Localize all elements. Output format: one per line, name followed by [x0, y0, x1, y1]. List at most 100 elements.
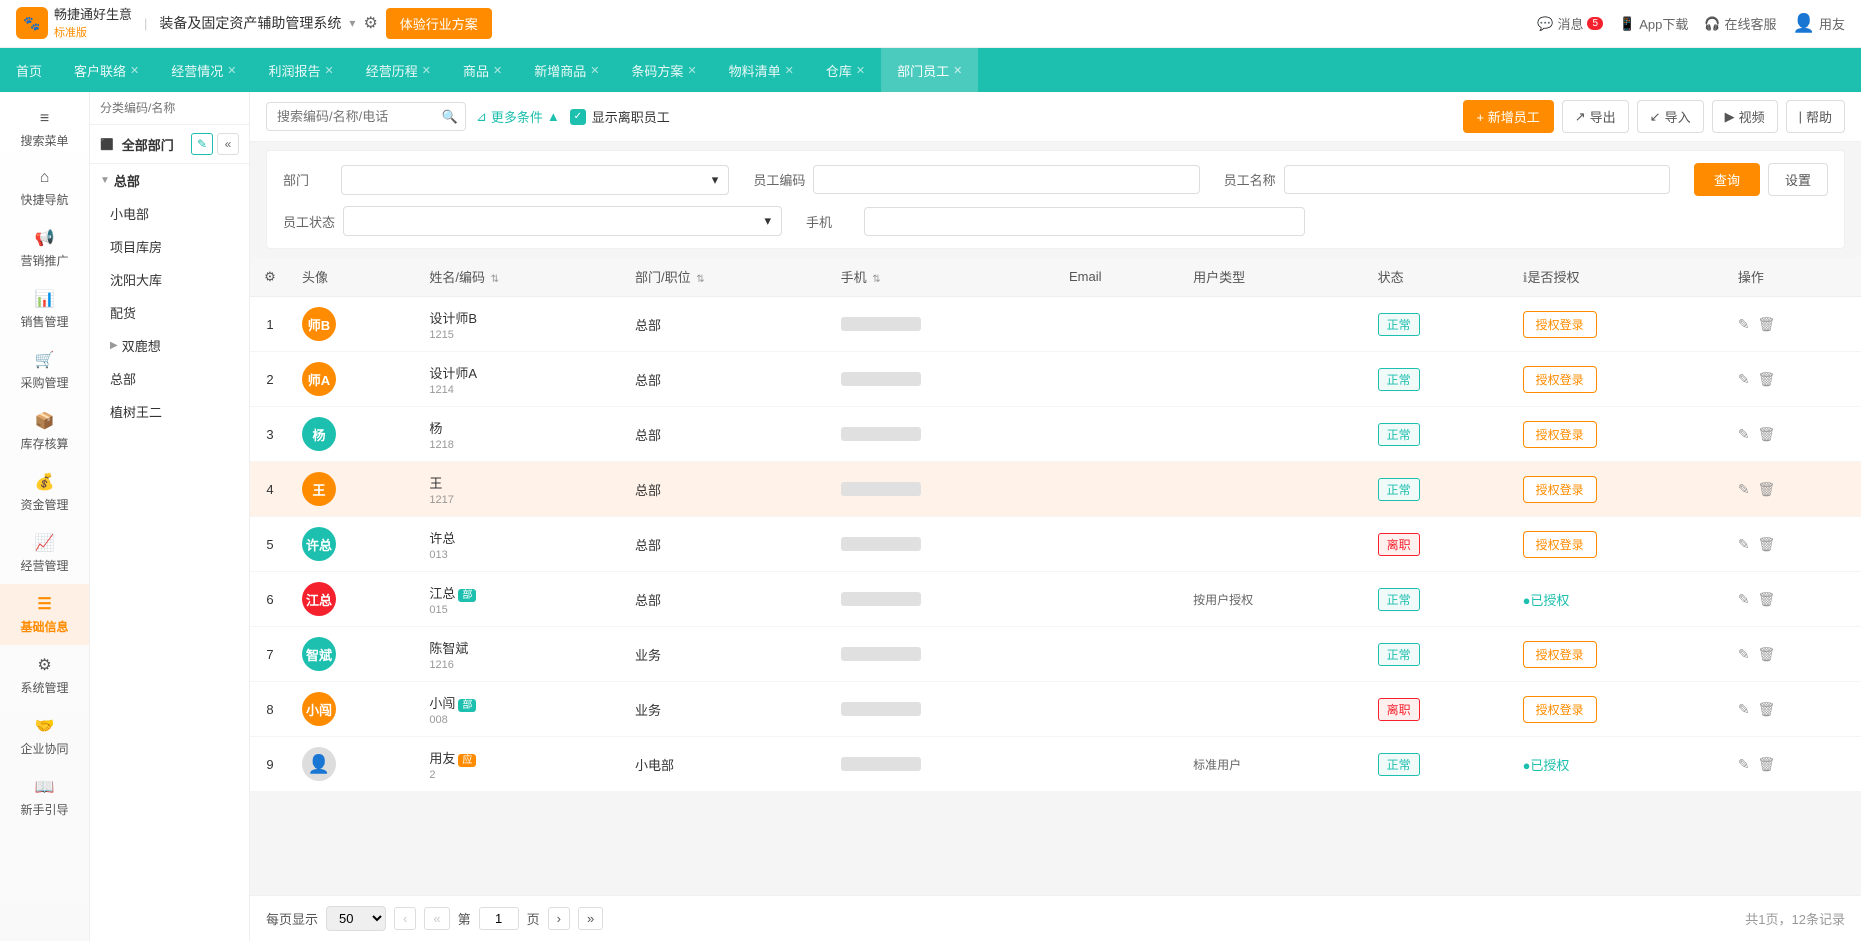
nav-tab-customer[interactable]: 客户联络 ✕	[58, 48, 155, 92]
show-resigned-checkbox[interactable]: ✓	[570, 109, 586, 125]
nav-tab-operations[interactable]: 经营情况 ✕	[155, 48, 252, 92]
sort-name-icon[interactable]: ⇅	[491, 274, 499, 285]
delete-icon[interactable]: 🗑	[1758, 371, 1776, 388]
nav-item-marketing[interactable]: 📢 营销推广	[0, 218, 89, 279]
view-btn[interactable]: ▶ 视频	[1712, 100, 1778, 133]
nav-tab-barcode-close[interactable]: ✕	[687, 64, 696, 77]
dept-collapse-btn[interactable]: «	[217, 133, 239, 155]
edit-icon[interactable]: ✎	[1738, 316, 1750, 333]
nav-tab-customer-close[interactable]: ✕	[130, 64, 139, 77]
auth-login-btn[interactable]: 授权登录	[1523, 421, 1597, 448]
nav-tab-home[interactable]: 首页	[0, 48, 58, 92]
filter-more-btn[interactable]: ⊿ 更多条件 ▲	[476, 107, 560, 126]
auth-login-btn[interactable]: 授权登录	[1523, 696, 1597, 723]
nav-item-collab[interactable]: 🤝 企业协同	[0, 706, 89, 767]
last-page-btn[interactable]: »	[578, 907, 603, 930]
import-btn[interactable]: ↙ 导入	[1637, 100, 1704, 133]
filter-status-select[interactable]: ▾	[343, 206, 782, 236]
nav-tab-addgoods-close[interactable]: ✕	[590, 64, 599, 77]
nav-tab-bom-close[interactable]: ✕	[785, 64, 794, 77]
tree-item-zhishu[interactable]: 植树王二	[90, 395, 249, 428]
edit-icon[interactable]: ✎	[1738, 371, 1750, 388]
edit-icon[interactable]: ✎	[1738, 426, 1750, 443]
nav-tab-employee[interactable]: 部门员工 ✕	[881, 48, 978, 92]
delete-icon[interactable]: 🗑	[1758, 646, 1776, 663]
delete-icon[interactable]: 🗑	[1758, 536, 1776, 553]
auth-login-btn[interactable]: 授权登录	[1523, 366, 1597, 393]
nav-item-finance[interactable]: 💰 资金管理	[0, 462, 89, 523]
help-btn[interactable]: | 帮助	[1786, 100, 1845, 133]
message-btn[interactable]: 💬 消息 5	[1537, 14, 1603, 33]
nav-tab-operations-close[interactable]: ✕	[227, 64, 236, 77]
sort-phone-icon[interactable]: ⇅	[872, 274, 880, 285]
nav-item-system[interactable]: ⚙ 系统管理	[0, 645, 89, 706]
nav-tab-profit-close[interactable]: ✕	[325, 64, 334, 77]
next-page-btn[interactable]: ›	[548, 907, 570, 930]
delete-icon[interactable]: 🗑	[1758, 316, 1776, 333]
settings-icon[interactable]: ⚙	[363, 13, 377, 33]
delete-icon[interactable]: 🗑	[1758, 701, 1776, 718]
nav-tab-barcode[interactable]: 条码方案 ✕	[615, 48, 712, 92]
nav-item-sales[interactable]: 📊 销售管理	[0, 279, 89, 340]
online-service-btn[interactable]: 🎧 在线客服	[1704, 14, 1776, 33]
first-page-btn[interactable]: «	[424, 907, 449, 930]
dept-edit-btn[interactable]: ✎	[191, 133, 213, 155]
nav-tab-employee-close[interactable]: ✕	[953, 64, 962, 77]
filter-phone-input[interactable]	[864, 207, 1305, 236]
nav-item-business[interactable]: 📈 经营管理	[0, 523, 89, 584]
nav-tab-goods-close[interactable]: ✕	[493, 64, 502, 77]
query-btn[interactable]: 查询	[1694, 163, 1760, 196]
dept-search-input[interactable]	[100, 101, 250, 115]
delete-icon[interactable]: 🗑	[1758, 591, 1776, 608]
edit-icon[interactable]: ✎	[1738, 536, 1750, 553]
filter-dept-select[interactable]: ▾	[341, 165, 729, 195]
delete-icon[interactable]: 🗑	[1758, 426, 1776, 443]
nav-item-basic[interactable]: ☰ 基础信息	[0, 584, 89, 645]
tree-item-xiangmu[interactable]: 项目库房	[90, 230, 249, 263]
filter-name-input[interactable]	[1284, 165, 1670, 194]
tree-item-shuanglu[interactable]: ▶ 双鹿想	[90, 329, 249, 362]
nav-tab-history[interactable]: 经营历程 ✕	[350, 48, 447, 92]
system-title-arrow[interactable]: ▾	[349, 16, 355, 30]
nav-tab-warehouse-close[interactable]: ✕	[856, 64, 865, 77]
auth-login-btn[interactable]: 授权登录	[1523, 531, 1597, 558]
tree-item-xiaodian[interactable]: 小电部	[90, 197, 249, 230]
nav-tab-bom[interactable]: 物料清单 ✕	[713, 48, 810, 92]
gear-icon[interactable]: ⚙	[264, 269, 276, 284]
tree-item-zb[interactable]: 总部	[90, 362, 249, 395]
page-input[interactable]	[479, 907, 519, 930]
nav-item-search[interactable]: ≡ 搜索菜单	[0, 100, 89, 159]
nav-tab-goods[interactable]: 商品 ✕	[447, 48, 518, 92]
sort-dept-icon[interactable]: ⇅	[696, 274, 704, 285]
nav-tab-profit[interactable]: 利润报告 ✕	[252, 48, 349, 92]
per-page-select[interactable]: 50 20 100	[326, 906, 386, 931]
edit-icon[interactable]: ✎	[1738, 591, 1750, 608]
tree-item-peihuo[interactable]: 配货	[90, 296, 249, 329]
nav-item-inventory[interactable]: 📦 库存核算	[0, 401, 89, 462]
try-button[interactable]: 体验行业方案	[386, 8, 492, 39]
auth-login-btn[interactable]: 授权登录	[1523, 311, 1597, 338]
nav-item-guide[interactable]: 📖 新手引导	[0, 767, 89, 828]
edit-icon[interactable]: ✎	[1738, 701, 1750, 718]
user-btn[interactable]: 👤 用友	[1793, 13, 1845, 34]
edit-icon[interactable]: ✎	[1738, 646, 1750, 663]
nav-tab-history-close[interactable]: ✕	[422, 64, 431, 77]
delete-icon[interactable]: 🗑	[1758, 756, 1776, 773]
nav-item-shortcut[interactable]: ⌂ 快捷导航	[0, 159, 89, 218]
search-input[interactable]	[266, 102, 466, 131]
nav-tab-addgoods[interactable]: 新增商品 ✕	[518, 48, 615, 92]
export-btn[interactable]: ↗ 导出	[1562, 100, 1629, 133]
app-download-btn[interactable]: 📱 App下载	[1619, 14, 1688, 33]
edit-icon[interactable]: ✎	[1738, 481, 1750, 498]
edit-icon[interactable]: ✎	[1738, 756, 1750, 773]
reset-btn[interactable]: 设置	[1768, 163, 1828, 196]
auth-login-btn[interactable]: 授权登录	[1523, 476, 1597, 503]
tree-item-shenyang[interactable]: 沈阳大库	[90, 263, 249, 296]
delete-icon[interactable]: 🗑	[1758, 481, 1776, 498]
nav-tab-warehouse[interactable]: 仓库 ✕	[810, 48, 881, 92]
filter-code-input[interactable]	[813, 165, 1199, 194]
nav-item-purchase[interactable]: 🛒 采购管理	[0, 340, 89, 401]
prev-page-btn[interactable]: ‹	[394, 907, 416, 930]
search-icon[interactable]: 🔍	[442, 109, 458, 125]
add-employee-btn[interactable]: + 新增员工	[1463, 100, 1554, 133]
